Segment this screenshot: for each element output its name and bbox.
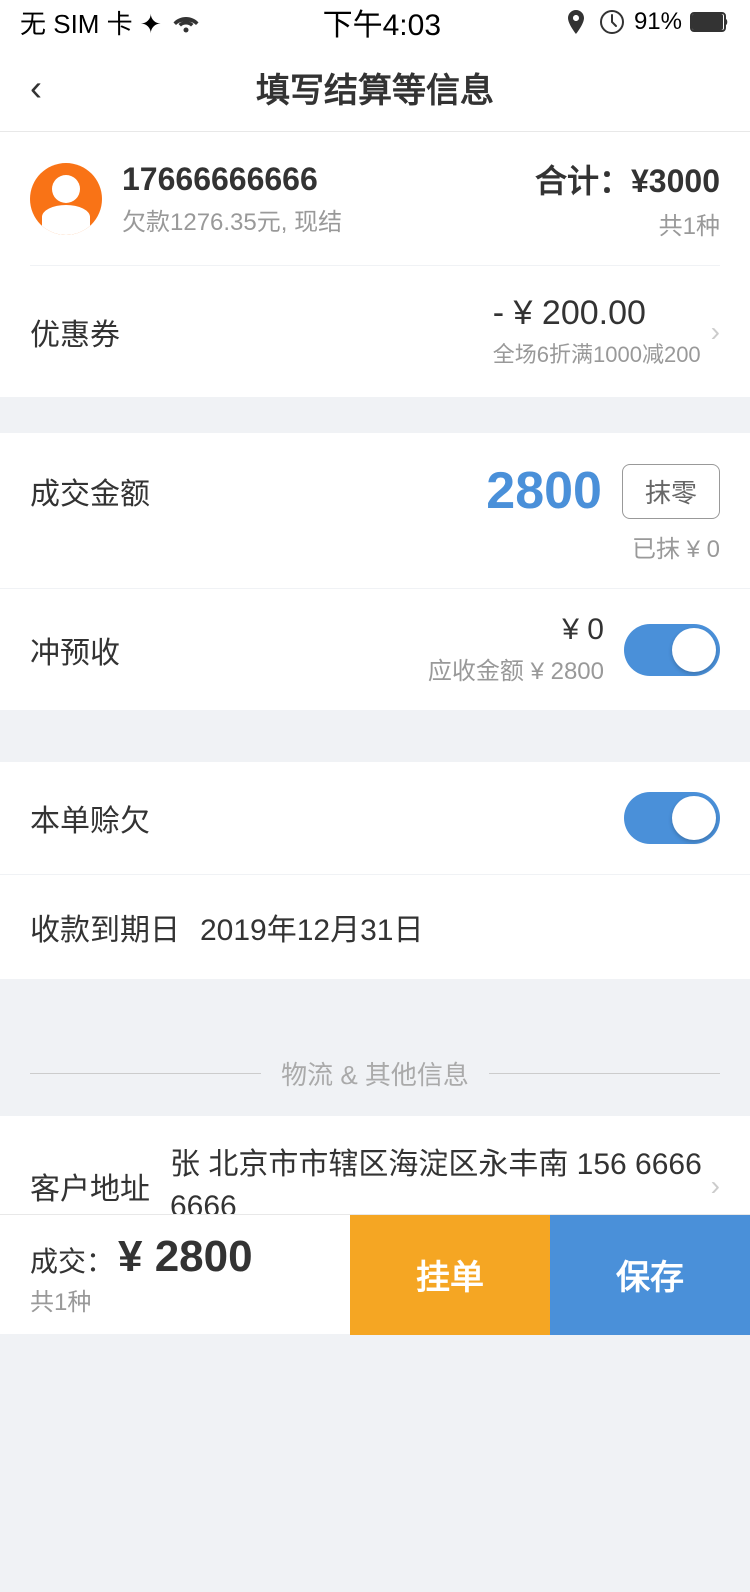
amount-card: 成交金额 2800 抹零 已抹 ¥ 0 冲预收 ¥ 0 应收金额 ¥ 2800 [0,433,750,710]
coupon-amount: - ¥ 200.00 [493,294,701,333]
amount-section: 成交金额 2800 抹零 已抹 ¥ 0 [0,433,750,588]
coupon-right: - ¥ 200.00 全场6折满1000减200 › [493,294,720,369]
chevron-right-icon: › [711,316,720,348]
prepay-right: ¥ 0 应收金额 ¥ 2800 [428,613,720,686]
page-title: 填写结算等信息 [256,63,494,112]
prepay-label: 冲预收 [30,628,120,672]
battery-text: 91% [634,8,682,36]
section-sep-1 [0,413,750,433]
customer-left: 17666666666 欠款1276.35元, 现结 [30,161,342,237]
credit-toggle[interactable] [624,792,720,844]
round-button[interactable]: 抹零 [622,464,720,519]
footer-bar: 成交： ¥ 2800 共1种 挂单 保存 [0,1214,750,1334]
due-row: 收款到期日 2019年12月31日 [30,905,720,949]
avatar-head [52,175,80,203]
due-value: 2019年12月31日 [200,905,423,949]
battery-icon [690,11,730,33]
prepay-row: 冲预收 ¥ 0 应收金额 ¥ 2800 [30,613,720,686]
address-chevron-icon: › [711,1170,720,1202]
due-section: 收款到期日 2019年12月31日 [0,874,750,979]
footer-count: 共1种 [30,1282,320,1317]
content: 17666666666 欠款1276.35元, 现结 合计：¥3000 共1种 … [0,132,750,1592]
coupon-desc: 全场6折满1000减200 [493,337,701,369]
amount-sub: 已抹 ¥ 0 [30,529,720,564]
location-icon [562,8,590,36]
status-left: 无 SIM 卡 ✦ [20,4,202,41]
clock-icon [598,8,626,36]
total-count: 共1种 [535,206,720,241]
due-label: 收款到期日 [30,905,180,949]
logistics-line-left [30,1073,261,1074]
footer-amount: ¥ 2800 [118,1232,253,1282]
coupon-info: - ¥ 200.00 全场6折满1000减200 [493,294,701,369]
section-sep-2 [0,726,750,746]
customer-sub: 欠款1276.35元, 现结 [122,202,342,237]
avatar-person [42,163,90,235]
coupon-label: 优惠券 [30,310,120,354]
customer-row: 17666666666 欠款1276.35元, 现结 合计：¥3000 共1种 [0,132,750,265]
no-sim-text: 无 SIM 卡 ✦ [20,4,162,41]
amount-value: 2800 [486,461,602,521]
status-right: 91% [562,8,730,36]
prepay-sub: 应收金额 ¥ 2800 [428,651,604,686]
footer-deal-row: 成交： ¥ 2800 [30,1232,320,1282]
credit-section: 本单赊欠 [0,762,750,874]
prepay-toggle[interactable] [624,624,720,676]
prepay-value-block: ¥ 0 应收金额 ¥ 2800 [428,613,604,686]
logistics-section: 物流 & 其他信息 [0,1031,750,1116]
avatar-body [42,205,90,235]
customer-card: 17666666666 欠款1276.35元, 现结 合计：¥3000 共1种 … [0,132,750,397]
save-button[interactable]: 保存 [550,1215,750,1335]
back-button[interactable]: ‹ [30,67,42,109]
amount-label: 成交金额 [30,469,150,513]
credit-card: 本单赊欠 收款到期日 2019年12月31日 [0,762,750,979]
customer-info: 17666666666 欠款1276.35元, 现结 [122,161,342,237]
logistics-label: 物流 & 其他信息 [281,1055,469,1092]
footer-deal-label: 成交： [30,1240,114,1280]
wifi-icon [170,11,202,33]
address-label: 客户地址 [30,1164,150,1208]
status-bar: 无 SIM 卡 ✦ 下午4:03 91% [0,0,750,44]
nav-bar: ‹ 填写结算等信息 [0,44,750,132]
section-sep-3 [0,995,750,1015]
avatar [30,163,102,235]
amount-right: 2800 抹零 [486,461,720,521]
prepay-amount: ¥ 0 [428,613,604,647]
coupon-row[interactable]: 优惠券 - ¥ 200.00 全场6折满1000减200 › [0,266,750,397]
logistics-line-right [489,1073,720,1074]
amount-row: 成交金额 2800 抹零 [30,461,720,521]
prepay-section: 冲预收 ¥ 0 应收金额 ¥ 2800 [0,588,750,710]
customer-phone: 17666666666 [122,161,342,198]
hold-button[interactable]: 挂单 [350,1215,550,1335]
footer-info: 成交： ¥ 2800 共1种 [0,1232,350,1317]
customer-right: 合计：¥3000 共1种 [535,156,720,241]
status-time: 下午4:03 [323,0,441,44]
total-amount: 合计：¥3000 [535,156,720,202]
credit-label: 本单赊欠 [30,796,150,840]
